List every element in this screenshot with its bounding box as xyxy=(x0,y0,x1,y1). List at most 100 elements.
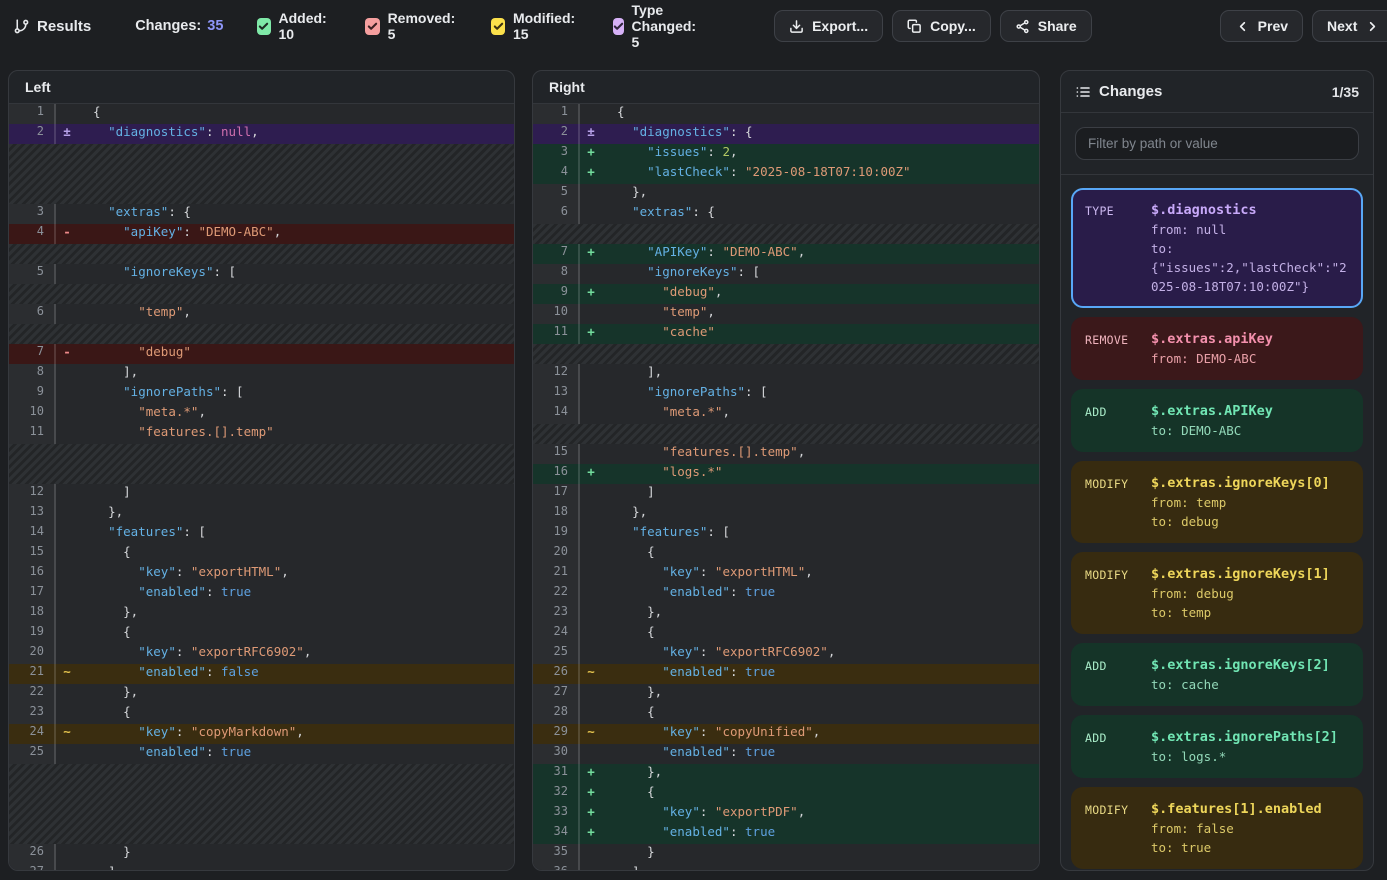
change-card[interactable]: TYPE $.diagnostics from: null to: {"issues"… xyxy=(1071,188,1363,308)
code-row: 25 "key": "exportRFC6902", xyxy=(533,644,1039,664)
code-text: "ignorePaths": [ xyxy=(123,384,244,399)
code-text: "APIKey": "DEMO-ABC", xyxy=(647,244,806,259)
line-number: 26 xyxy=(9,844,56,864)
code-row: 4- "apiKey": "DEMO-ABC", xyxy=(9,224,514,244)
collapsed-gap xyxy=(9,324,514,344)
copy-button[interactable]: Copy... xyxy=(892,10,991,42)
next-button[interactable]: Next xyxy=(1312,10,1387,42)
diff-marker xyxy=(580,624,602,644)
filter-badge-removed[interactable]: Removed: 5 xyxy=(364,10,458,42)
diff-marker xyxy=(580,544,602,564)
code-row: 36 ] xyxy=(533,864,1039,870)
change-to: to: cache xyxy=(1151,677,1219,692)
line-number: 15 xyxy=(533,444,580,464)
git-branch-icon xyxy=(13,18,30,35)
filter-badge-type-changed[interactable]: Type Changed: 5 xyxy=(612,2,703,50)
changes-count-value: 35 xyxy=(207,18,224,34)
type-changed-checkbox[interactable] xyxy=(612,17,624,35)
change-card[interactable]: MODIFY $.features[1].enabled from: false to… xyxy=(1071,787,1363,869)
code-row: 5 "ignoreKeys": [ xyxy=(9,264,514,284)
code-text: "features.[].temp", xyxy=(662,444,806,459)
diff-marker xyxy=(580,184,602,204)
change-card[interactable]: REMOVE $.extras.apiKey from: DEMO-ABC xyxy=(1071,317,1363,380)
change-to: to: DEMO-ABC xyxy=(1151,423,1242,438)
code-text: }, xyxy=(602,684,663,699)
filter-badge-added[interactable]: Added: 10 xyxy=(257,10,330,42)
line-number: 11 xyxy=(533,324,580,344)
diff-marker: ± xyxy=(587,124,595,139)
diff-marker xyxy=(580,844,602,864)
code-text: "ignoreKeys": [ xyxy=(123,264,237,279)
code-text: "ignoreKeys": [ xyxy=(647,264,761,279)
code-text: }, xyxy=(602,504,648,519)
change-path: $.extras.ignorePaths[2] xyxy=(1151,729,1338,745)
diff-marker: - xyxy=(63,224,71,239)
code-text: "enabled": true xyxy=(662,744,776,759)
line-number: 25 xyxy=(533,644,580,664)
line-number: 5 xyxy=(533,184,580,204)
diff-marker xyxy=(56,404,78,424)
line-number: 24 xyxy=(533,624,580,644)
code-row: 21 ~ "enabled": false xyxy=(9,664,514,684)
line-number: 17 xyxy=(9,584,56,604)
change-card[interactable]: ADD $.extras.ignorePaths[2] to: logs.* xyxy=(1071,715,1363,778)
line-number: 7 xyxy=(9,344,56,364)
change-card[interactable]: MODIFY $.extras.ignoreKeys[1] from: debug t… xyxy=(1071,552,1363,634)
line-number: 17 xyxy=(533,484,580,504)
export-button[interactable]: Export... xyxy=(774,10,884,42)
diff-marker xyxy=(580,104,602,124)
code-row: 16 "key": "exportHTML", xyxy=(9,564,514,584)
change-card[interactable]: MODIFY $.extras.ignoreKeys[0] from: temp to… xyxy=(1071,461,1363,543)
code-row: 1 { xyxy=(533,104,1039,124)
changes-panel: Changes 1/35 TYPE $.diagnostics from: null… xyxy=(1060,70,1374,871)
line-number: 20 xyxy=(9,644,56,664)
code-row: 23 { xyxy=(9,704,514,724)
code-row: 30 "enabled": true xyxy=(533,744,1039,764)
share-button[interactable]: Share xyxy=(999,10,1092,42)
code-row: 15 { xyxy=(9,544,514,564)
diff-marker xyxy=(56,504,78,524)
code-text: "lastCheck": "2025-08-18T07:10:00Z" xyxy=(647,164,911,179)
code-row: 22 "enabled": true xyxy=(533,584,1039,604)
change-card[interactable]: ADD $.extras.ignoreKeys[2] to: cache xyxy=(1071,643,1363,706)
change-card[interactable]: ADD $.extras.APIKey to: DEMO-ABC xyxy=(1071,389,1363,452)
code-text: "temp", xyxy=(662,304,715,319)
code-row: 3 + "issues": 2, xyxy=(533,144,1039,164)
modified-checkbox[interactable] xyxy=(491,17,505,35)
filter-badge-modified[interactable]: Modified: 15 xyxy=(491,10,578,42)
code-text: "features": [ xyxy=(108,524,206,539)
line-number: 28 xyxy=(533,704,580,724)
prev-button[interactable]: Prev xyxy=(1219,10,1304,42)
code-row: 18 }, xyxy=(9,604,514,624)
diff-marker: ~ xyxy=(63,724,71,739)
changes-title: Changes xyxy=(1099,83,1163,100)
filter-input[interactable] xyxy=(1075,127,1359,160)
diff-marker xyxy=(580,524,602,544)
code-row: 2 ± "diagnostics": { xyxy=(533,124,1039,144)
code-row: 26 } xyxy=(9,844,514,864)
code-text: "logs.*" xyxy=(662,464,723,479)
diff-marker: + xyxy=(587,144,595,159)
collapsed-gap xyxy=(9,144,514,204)
code-text: ], xyxy=(78,364,139,379)
code-text: "meta.*", xyxy=(138,404,206,419)
added-checkbox[interactable] xyxy=(257,17,271,35)
diff-marker: + xyxy=(587,324,595,339)
code-row: 31 + }, xyxy=(533,764,1039,784)
code-row: 28 { xyxy=(533,704,1039,724)
diff-marker xyxy=(580,564,602,584)
code-row: 3 "extras": { xyxy=(9,204,514,224)
code-text: { xyxy=(602,704,655,719)
removed-checkbox[interactable] xyxy=(364,17,380,35)
code-row: 26 ~ "enabled": true xyxy=(533,664,1039,684)
left-panel: Left 1 {2 ± "diagnostics": null, 3 "extras… xyxy=(8,70,515,871)
code-row: 6 "extras": { xyxy=(533,204,1039,224)
code-text: ] xyxy=(78,864,116,870)
change-from: from: debug xyxy=(1151,586,1234,601)
line-number: 12 xyxy=(9,484,56,504)
code-row: 24 { xyxy=(533,624,1039,644)
code-text: }, xyxy=(602,604,663,619)
line-number: 22 xyxy=(533,584,580,604)
code-text: "debug", xyxy=(662,284,723,299)
code-text: "enabled": true xyxy=(138,584,252,599)
